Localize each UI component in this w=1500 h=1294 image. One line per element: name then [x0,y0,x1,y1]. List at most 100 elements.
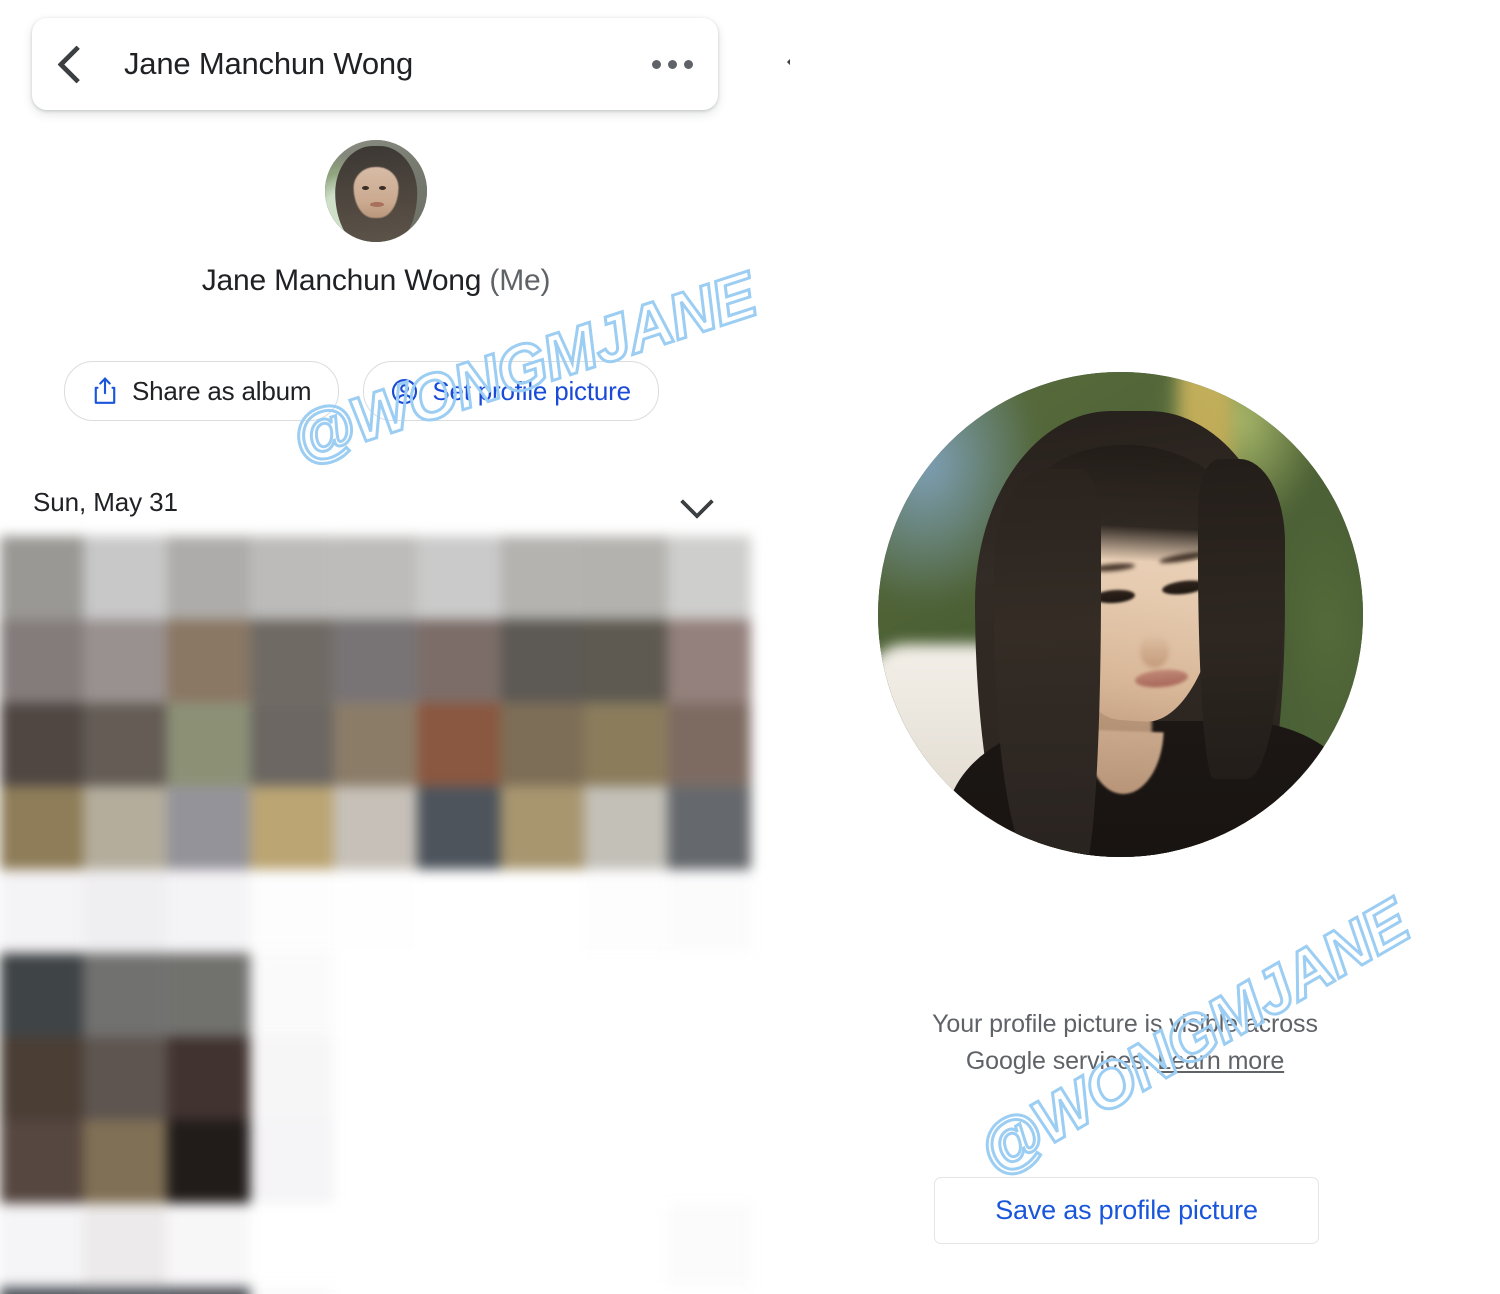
photo-thumbnail[interactable] [584,1036,668,1121]
photo-thumbnail[interactable] [166,702,251,787]
photo-thumbnail[interactable] [0,619,84,703]
photo-thumbnail[interactable] [500,1036,585,1121]
photo-thumbnail[interactable] [417,953,501,1037]
photo-thumbnail[interactable] [500,786,585,870]
photo-thumbnail[interactable] [500,869,585,954]
photo-thumbnail[interactable] [166,1203,251,1287]
photo-thumbnail[interactable] [83,786,167,870]
photo-thumbnail-grid[interactable] [0,536,787,1294]
photo-thumbnail[interactable] [0,869,84,954]
photo-thumbnail[interactable] [417,536,501,620]
photo-thumbnail[interactable] [83,1286,167,1294]
photo-thumbnail[interactable] [333,536,418,620]
photo-thumbnail[interactable] [333,786,418,870]
photo-thumbnail[interactable] [584,953,668,1037]
photo-thumbnail[interactable] [0,1036,84,1121]
photo-thumbnail[interactable] [0,702,84,787]
photo-thumbnail[interactable] [417,869,501,954]
photo-thumbnail[interactable] [333,953,418,1037]
photo-thumbnail[interactable] [667,869,751,954]
photo-thumbnail[interactable] [0,953,84,1037]
photo-thumbnail[interactable] [417,619,501,703]
photo-thumbnail[interactable] [83,536,167,620]
photo-thumbnail[interactable] [250,536,334,620]
photo-thumbnail[interactable] [83,619,167,703]
photo-thumbnail[interactable] [250,619,334,703]
photo-thumbnail[interactable] [0,1203,84,1287]
photo-thumbnail[interactable] [250,1036,334,1121]
photo-thumbnail[interactable] [333,1036,418,1121]
set-profile-picture-button[interactable]: Set profile picture [363,361,659,421]
photo-thumbnail[interactable] [333,1286,418,1294]
photo-thumbnail[interactable] [0,786,84,870]
photo-thumbnail[interactable] [0,1286,84,1294]
photo-thumbnail[interactable] [333,869,418,954]
expand-date-section-button[interactable] [675,480,719,524]
photo-thumbnail[interactable] [500,702,585,787]
photo-thumbnail[interactable] [417,786,501,870]
photo-thumbnail[interactable] [250,1286,334,1294]
photo-thumbnail[interactable] [584,1286,668,1294]
photo-thumbnail[interactable] [667,619,751,703]
back-button[interactable] [42,18,110,110]
photo-thumbnail[interactable] [667,1120,751,1204]
photo-thumbnail[interactable] [166,1286,251,1294]
photo-thumbnail[interactable] [500,1203,585,1287]
photo-thumbnail[interactable] [584,869,668,954]
overflow-menu-button[interactable] [626,18,718,110]
photo-thumbnail[interactable] [333,619,418,703]
photo-thumbnail[interactable] [250,1120,334,1204]
photo-thumbnail[interactable] [417,702,501,787]
photo-thumbnail[interactable] [500,1120,585,1204]
save-as-profile-picture-button[interactable]: Save as profile picture [934,1177,1319,1244]
learn-more-link[interactable]: Learn more [1157,1047,1284,1075]
photo-thumbnail[interactable] [83,702,167,787]
photo-thumbnail[interactable] [0,536,84,620]
photo-thumbnail[interactable] [500,619,585,703]
photo-thumbnail[interactable] [83,1036,167,1121]
photo-thumbnail[interactable] [667,536,751,620]
profile-picture-preview[interactable] [878,372,1363,857]
photo-thumbnail[interactable] [584,1120,668,1204]
photo-thumbnail[interactable] [500,1286,585,1294]
photo-thumbnail[interactable] [584,702,668,787]
photo-thumbnail[interactable] [584,619,668,703]
photo-thumbnail[interactable] [250,953,334,1037]
photo-thumbnail[interactable] [584,786,668,870]
photo-thumbnail[interactable] [417,1203,501,1287]
photo-thumbnail[interactable] [166,786,251,870]
photo-thumbnail[interactable] [0,1120,84,1204]
photo-thumbnail[interactable] [250,1203,334,1287]
photo-thumbnail[interactable] [166,1120,251,1204]
photo-thumbnail[interactable] [166,619,251,703]
photo-thumbnail[interactable] [667,1286,751,1294]
photo-thumbnail[interactable] [333,702,418,787]
photo-thumbnail[interactable] [667,1036,751,1121]
photo-thumbnail[interactable] [166,1036,251,1121]
photo-thumbnail[interactable] [333,1203,418,1287]
photo-thumbnail[interactable] [417,1120,501,1204]
photo-thumbnail[interactable] [250,702,334,787]
photo-thumbnail[interactable] [667,953,751,1037]
photo-thumbnail[interactable] [166,953,251,1037]
photo-thumbnail[interactable] [500,953,585,1037]
photo-thumbnail[interactable] [83,869,167,954]
photo-thumbnail[interactable] [83,1120,167,1204]
photo-thumbnail[interactable] [166,869,251,954]
photo-thumbnail[interactable] [250,869,334,954]
photo-thumbnail[interactable] [417,1036,501,1121]
photo-thumbnail[interactable] [667,786,751,870]
photo-thumbnail[interactable] [166,536,251,620]
photo-thumbnail[interactable] [584,536,668,620]
photo-thumbnail[interactable] [83,1203,167,1287]
photo-thumbnail[interactable] [584,1203,668,1287]
photo-thumbnail[interactable] [83,953,167,1037]
avatar[interactable] [325,140,427,242]
share-as-album-button[interactable]: Share as album [64,361,340,421]
photo-thumbnail[interactable] [250,786,334,870]
photo-thumbnail[interactable] [417,1286,501,1294]
photo-thumbnail[interactable] [333,1120,418,1204]
photo-thumbnail[interactable] [500,536,585,620]
photo-thumbnail[interactable] [667,702,751,787]
photo-thumbnail[interactable] [667,1203,751,1287]
